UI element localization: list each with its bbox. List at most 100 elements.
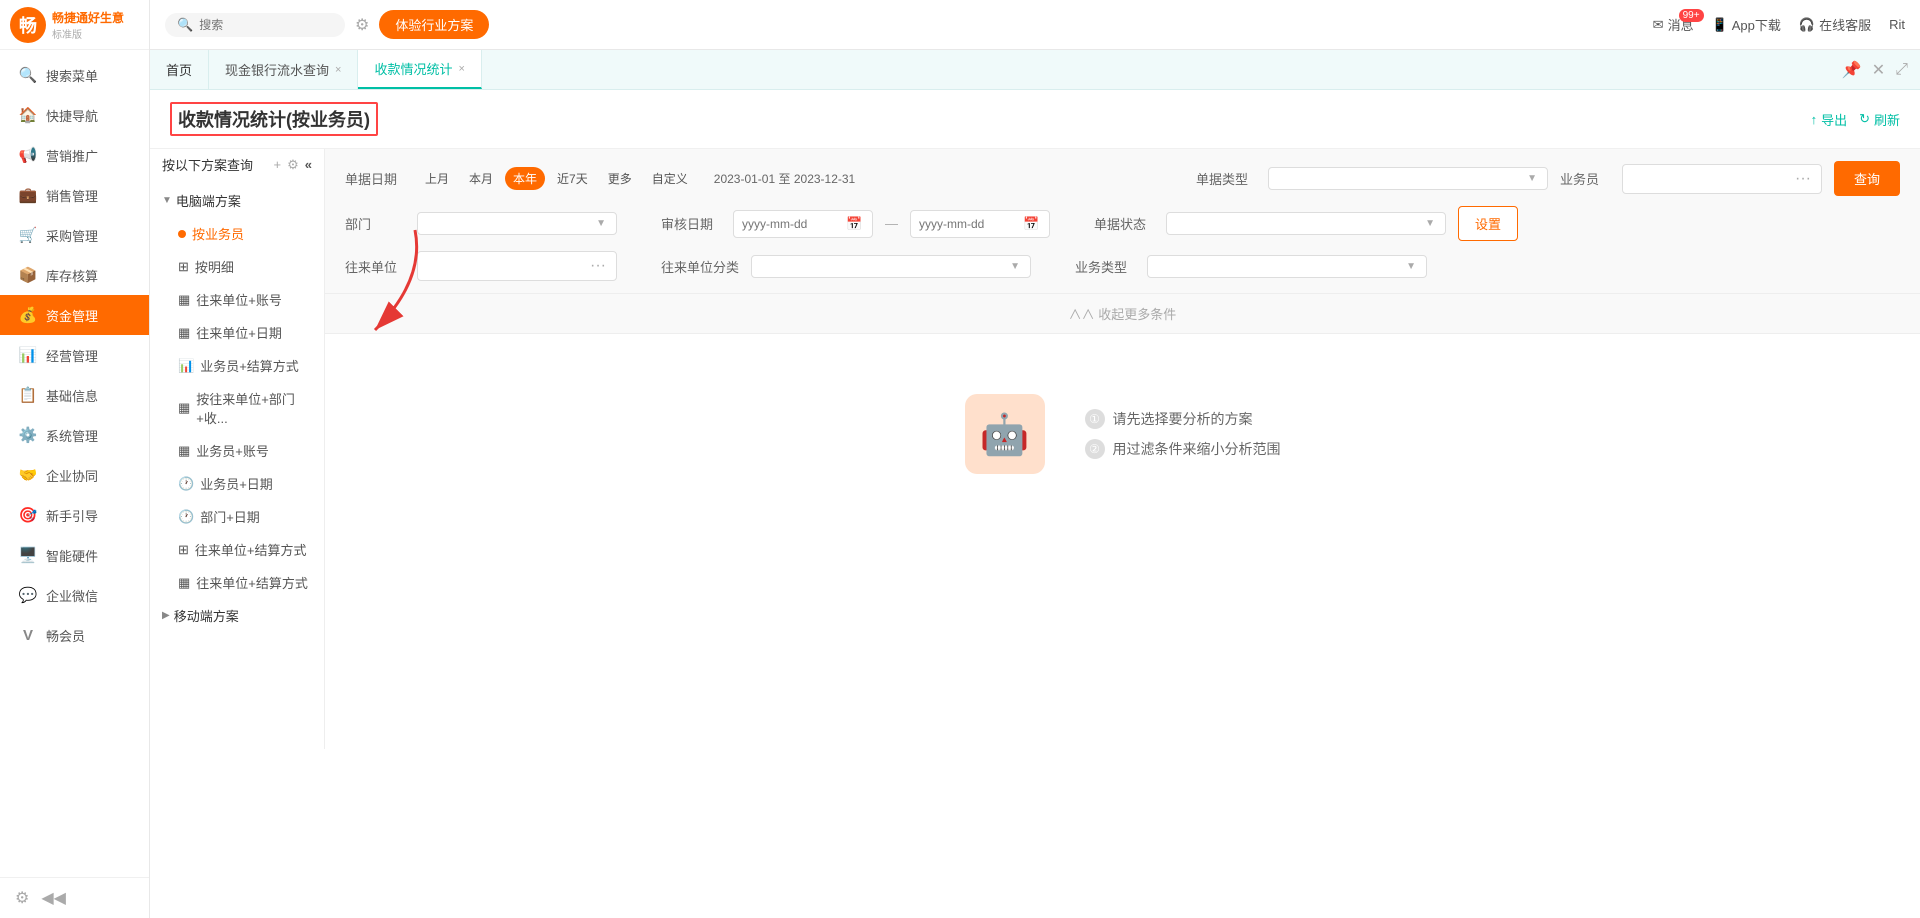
sidebar-item-basic[interactable]: 📋 基础信息: [0, 375, 149, 415]
salesman-more-icon[interactable]: ···: [1795, 170, 1811, 188]
tabs-close-icon[interactable]: ✕: [1872, 60, 1885, 80]
sidebar-item-finance[interactable]: 💰 资金管理: [0, 295, 149, 335]
dept-dropdown[interactable]: ▼: [417, 212, 617, 235]
logo-text: 畅捷通好生意 标准版: [52, 9, 124, 41]
sidebar-collapse-icon[interactable]: ◀◀: [41, 888, 66, 908]
tab-collection-stats-close[interactable]: ×: [458, 63, 464, 75]
scheme-item-by-detail[interactable]: ⊞ 按明细: [150, 250, 324, 283]
tabs-maximize-icon[interactable]: ⤢: [1895, 61, 1908, 79]
sidebar-item-member[interactable]: V 畅会员: [0, 615, 149, 655]
header-search-box[interactable]: 🔍: [165, 13, 345, 37]
header-customer-service[interactable]: 🎧 在线客服: [1799, 15, 1871, 34]
sidebar-item-marketing[interactable]: 📢 营销推广: [0, 135, 149, 175]
scheme-item-counterpart-settlement2[interactable]: ▦ 往来单位+结算方式: [150, 566, 324, 599]
filter-row-2: 部门 ▼ 审核日期 📅 — 📅: [345, 206, 1900, 241]
sidebar-item-quick-nav[interactable]: 🏠 快捷导航: [0, 95, 149, 135]
tab-home[interactable]: 首页: [150, 50, 209, 89]
dept-label: 部门: [345, 214, 405, 233]
sidebar-item-operation[interactable]: 📊 经营管理: [0, 335, 149, 375]
sidebar-settings-icon[interactable]: ⚙: [15, 888, 29, 908]
scheme-group-mobile[interactable]: ▶ 移动端方案: [150, 599, 324, 632]
counterpart-dropdown[interactable]: ···: [417, 251, 617, 281]
refresh-button[interactable]: ↻ 刷新: [1859, 110, 1900, 129]
empty-robot-icon: 🤖: [965, 394, 1045, 474]
biz-type-label: 业务类型: [1075, 257, 1135, 276]
counterpart-category-dropdown[interactable]: ▼: [751, 255, 1031, 278]
scheme-collapse-icon[interactable]: «: [305, 157, 312, 173]
page-title: 收款情况统计(按业务员): [170, 102, 378, 136]
operation-icon: 📊: [18, 345, 38, 365]
scheme-item-counterpart-dept[interactable]: ▦ 按往来单位+部门+收...: [150, 382, 324, 434]
tabs-right-controls: 📌 ✕ ⤢: [1830, 50, 1920, 89]
date-tab-7days[interactable]: 近7天: [549, 167, 596, 190]
date-tab-custom[interactable]: 自定义: [644, 167, 696, 190]
wechat-icon: 💬: [18, 585, 38, 605]
scheme-item-counterpart-settlement1[interactable]: ⊞ 往来单位+结算方式: [150, 533, 324, 566]
chart-icon: 📊: [178, 358, 194, 374]
date-tab-last-month[interactable]: 上月: [417, 167, 457, 190]
scheme-item-dept-date[interactable]: 🕐 部门+日期: [150, 500, 324, 533]
empty-tip-1: ① 请先选择要分析的方案: [1085, 409, 1281, 429]
audit-date-end-input[interactable]: 📅: [910, 210, 1050, 238]
header-gear-icon[interactable]: ⚙: [355, 15, 369, 35]
date-tab-more[interactable]: 更多: [600, 167, 640, 190]
tab-bank-flow[interactable]: 现金银行流水查询 ×: [209, 50, 358, 89]
collapse-bar[interactable]: ∧∧ 收起更多条件: [325, 294, 1920, 334]
doc-status-dropdown[interactable]: ▼: [1166, 212, 1446, 235]
scheme-item-counterpart-date[interactable]: ▦ 往来单位+日期: [150, 316, 324, 349]
header-user[interactable]: Rit: [1889, 17, 1905, 32]
sidebar-item-search-menu[interactable]: 🔍 搜索菜单: [0, 55, 149, 95]
sidebar-item-wechat[interactable]: 💬 企业微信: [0, 575, 149, 615]
date-tab-this-month[interactable]: 本月: [461, 167, 501, 190]
scheme-group-desktop[interactable]: ▼ 电脑端方案: [150, 184, 324, 217]
tip-text-1: 请先选择要分析的方案: [1113, 409, 1253, 429]
dept-arrow: ▼: [596, 218, 606, 229]
finance-icon: 💰: [18, 305, 38, 325]
group-arrow-mobile: ▶: [162, 610, 170, 621]
scheme-item-salesman-date[interactable]: 🕐 业务员+日期: [150, 467, 324, 500]
doc-type-dropdown[interactable]: ▼: [1268, 167, 1548, 190]
scheme-item-by-salesman[interactable]: 按业务员: [150, 217, 324, 250]
purchase-icon: 🛒: [18, 225, 38, 245]
date-label: 单据日期: [345, 169, 405, 188]
sidebar-item-system[interactable]: ⚙️ 系统管理: [0, 415, 149, 455]
scheme-item-label: 往来单位+结算方式: [196, 573, 308, 592]
scheme-settings-icon[interactable]: ⚙: [287, 157, 299, 173]
trial-btn[interactable]: 体验行业方案: [379, 10, 489, 39]
tab-bank-flow-close[interactable]: ×: [335, 64, 341, 76]
message-badge: 99+: [1679, 9, 1704, 22]
refresh-icon: ↻: [1859, 111, 1870, 127]
scheme-add-icon[interactable]: +: [274, 157, 282, 173]
scheme-item-label: 往来单位+账号: [196, 290, 282, 309]
counterpart-more-icon[interactable]: ···: [590, 257, 606, 275]
export-button[interactable]: ↑ 导出: [1811, 110, 1848, 129]
settings-button[interactable]: 设置: [1458, 206, 1518, 241]
sidebar-item-inventory[interactable]: 📦 库存核算: [0, 255, 149, 295]
audit-end-field[interactable]: [919, 217, 1019, 231]
salesman-dropdown[interactable]: ···: [1622, 164, 1822, 194]
sidebar-item-guide[interactable]: 🎯 新手引导: [0, 495, 149, 535]
scheme-item-salesman-settlement[interactable]: 📊 业务员+结算方式: [150, 349, 324, 382]
sidebar-item-sales[interactable]: 💼 销售管理: [0, 175, 149, 215]
audit-date-start-input[interactable]: 📅: [733, 210, 873, 238]
sidebar-item-enterprise[interactable]: 🤝 企业协同: [0, 455, 149, 495]
table-icon-5: ▦: [178, 575, 190, 591]
sales-icon: 💼: [18, 185, 38, 205]
query-button[interactable]: 查询: [1834, 161, 1900, 196]
scheme-item-label: 业务员+结算方式: [200, 356, 299, 375]
tab-collection-stats[interactable]: 收款情况统计 ×: [358, 50, 481, 89]
audit-start-field[interactable]: [742, 217, 842, 231]
biz-type-dropdown[interactable]: ▼: [1147, 255, 1427, 278]
date-tab-this-year[interactable]: 本年: [505, 167, 545, 190]
basic-icon: 📋: [18, 385, 38, 405]
sidebar-item-hardware[interactable]: 🖥️ 智能硬件: [0, 535, 149, 575]
header-app-download[interactable]: 📱 App下载: [1712, 15, 1781, 34]
header-message[interactable]: ✉ 消息 99+: [1653, 15, 1694, 34]
tabs-pin-icon[interactable]: 📌: [1842, 60, 1862, 80]
scheme-item-salesman-account[interactable]: ▦ 业务员+账号: [150, 434, 324, 467]
scheme-item-counterpart-account[interactable]: ▦ 往来单位+账号: [150, 283, 324, 316]
sidebar-item-purchase[interactable]: 🛒 采购管理: [0, 215, 149, 255]
search-input[interactable]: [199, 18, 329, 32]
grid-icon: ⊞: [178, 259, 189, 275]
collapse-icon: ∧∧: [1069, 307, 1099, 322]
